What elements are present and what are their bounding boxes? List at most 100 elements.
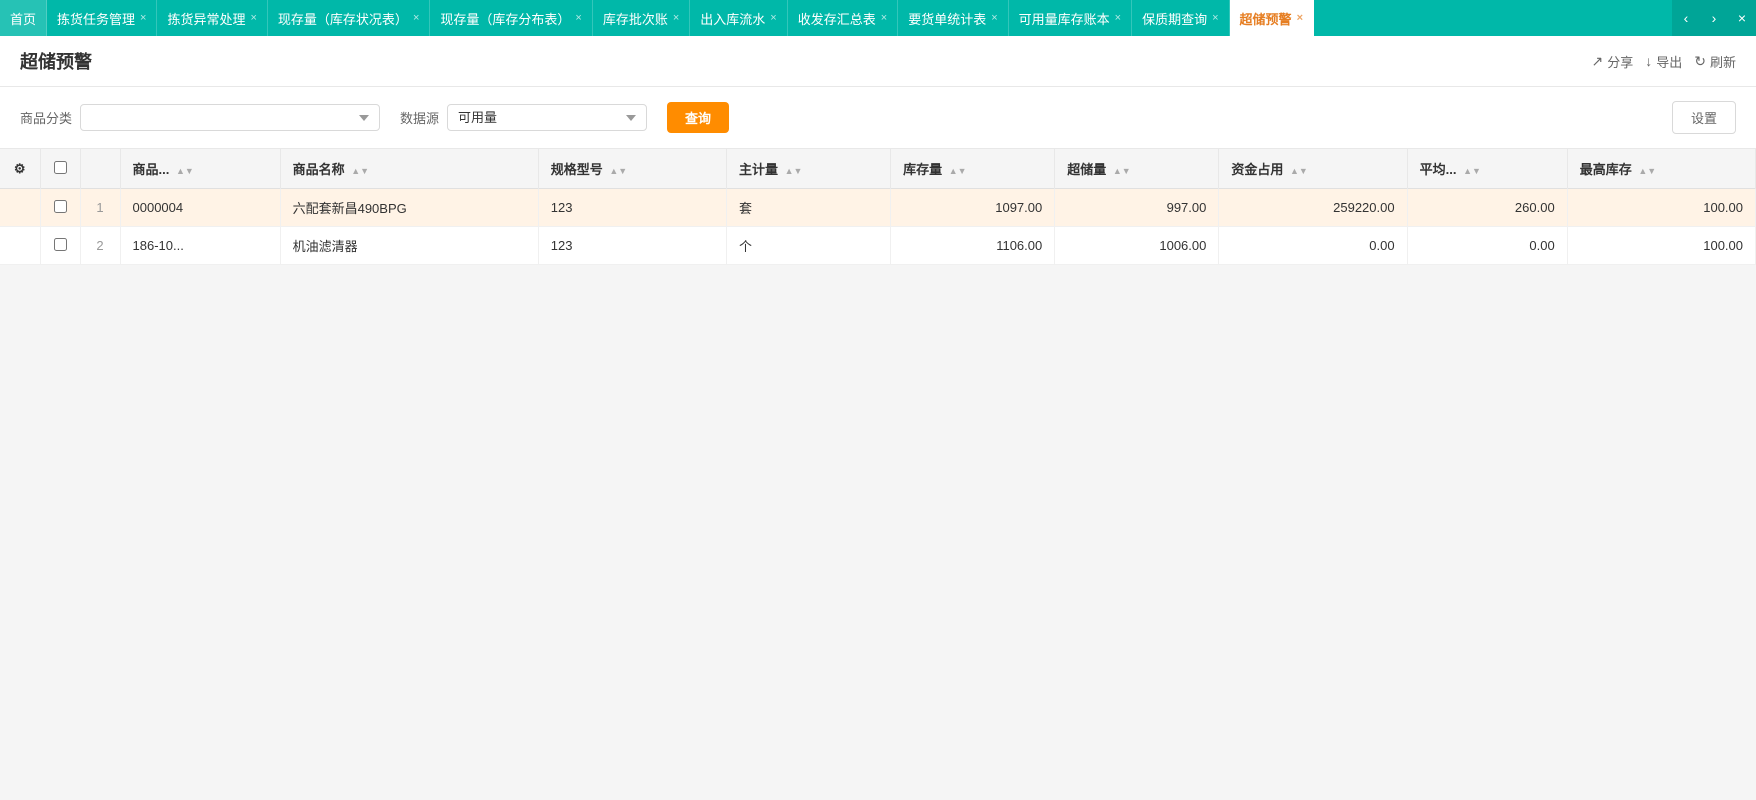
close-tab-9-icon[interactable]: × xyxy=(1115,12,1121,24)
filter-bar: 商品分类 数据源 可用量 查询 设置 xyxy=(0,87,1756,149)
close-tab-3-icon[interactable]: × xyxy=(413,12,419,24)
row-stock-0: 1097.00 xyxy=(891,189,1055,227)
export-button[interactable]: ↓ 导出 xyxy=(1645,52,1682,71)
row-index-0: 1 xyxy=(80,189,120,227)
select-all-checkbox[interactable] xyxy=(54,161,67,174)
row-index-1: 2 xyxy=(80,227,120,265)
row-avg-1: 0.00 xyxy=(1407,227,1567,265)
nav-arrows: ‹ › × xyxy=(1672,0,1756,36)
settings-button[interactable]: 设置 xyxy=(1672,101,1736,134)
table-row: 2 186-10... 机油滤清器 123 个 1106.00 1006.00 … xyxy=(0,227,1756,265)
nav-tab-1[interactable]: 拣货任务管理 × xyxy=(47,0,157,36)
query-button[interactable]: 查询 xyxy=(667,102,729,133)
refresh-button[interactable]: ↻ 刷新 xyxy=(1694,52,1736,71)
col-capital[interactable]: 资金占用 ▲▼ xyxy=(1219,149,1407,189)
datasource-filter-group: 数据源 可用量 xyxy=(400,104,647,131)
content-area: ⚙ 商品... ▲▼ 商品名称 ▲▼ 规格型号 ▲▼ xyxy=(0,149,1756,265)
nav-close-all-button[interactable]: × xyxy=(1728,0,1756,36)
nav-prev-button[interactable]: ‹ xyxy=(1672,0,1700,36)
row-name-0: 六配套新昌490BPG xyxy=(280,189,538,227)
sort-stock-icon: ▲▼ xyxy=(949,167,967,176)
row-unit-1: 个 xyxy=(726,227,890,265)
close-tab-5-icon[interactable]: × xyxy=(673,12,679,24)
nav-tab-9[interactable]: 可用量库存账本 × xyxy=(1009,0,1132,36)
close-tab-2-icon[interactable]: × xyxy=(250,12,256,24)
page-header: 超储预警 ↗ 分享 ↓ 导出 ↻ 刷新 xyxy=(0,36,1756,87)
row-unit-0: 套 xyxy=(726,189,890,227)
close-tab-7-icon[interactable]: × xyxy=(881,12,887,24)
sort-code-icon: ▲▼ xyxy=(176,167,194,176)
category-label: 商品分类 xyxy=(20,108,72,127)
sort-maxstock-icon: ▲▼ xyxy=(1638,167,1656,176)
row-overstock-1: 1006.00 xyxy=(1055,227,1219,265)
row-spec-0: 123 xyxy=(538,189,726,227)
share-icon: ↗ xyxy=(1591,53,1603,70)
sort-overstock-icon: ▲▼ xyxy=(1113,167,1131,176)
col-name[interactable]: 商品名称 ▲▼ xyxy=(280,149,538,189)
table-row: 1 0000004 六配套新昌490BPG 123 套 1097.00 997.… xyxy=(0,189,1756,227)
row-checkbox-cell-1 xyxy=(40,227,80,265)
close-tab-1-icon[interactable]: × xyxy=(140,12,146,24)
nav-tab-2[interactable]: 拣货异常处理 × xyxy=(157,0,267,36)
row-gear-1 xyxy=(0,227,40,265)
close-tab-8-icon[interactable]: × xyxy=(991,12,997,24)
row-name-1: 机油滤清器 xyxy=(280,227,538,265)
row-checkbox-0[interactable] xyxy=(54,200,67,213)
nav-tab-4[interactable]: 现存量（库存分布表） × xyxy=(430,0,592,36)
nav-home[interactable]: 首页 xyxy=(0,0,47,36)
nav-tab-10[interactable]: 保质期查询 × xyxy=(1132,0,1229,36)
export-icon: ↓ xyxy=(1645,53,1652,69)
row-gear-0 xyxy=(0,189,40,227)
col-overstock[interactable]: 超储量 ▲▼ xyxy=(1055,149,1219,189)
col-index xyxy=(80,149,120,189)
top-nav-bar: 首页 拣货任务管理 × 拣货异常处理 × 现存量（库存状况表） × 现存量（库存… xyxy=(0,0,1756,36)
sort-capital-icon: ▲▼ xyxy=(1290,167,1308,176)
category-select[interactable] xyxy=(80,104,380,131)
row-code-1: 186-10... xyxy=(120,227,280,265)
sort-spec-icon: ▲▼ xyxy=(609,167,627,176)
row-capital-1: 0.00 xyxy=(1219,227,1407,265)
nav-tab-6[interactable]: 出入库流水 × xyxy=(690,0,787,36)
row-capital-0: 259220.00 xyxy=(1219,189,1407,227)
row-avg-0: 260.00 xyxy=(1407,189,1567,227)
row-code-0: 0000004 xyxy=(120,189,280,227)
nav-tab-5[interactable]: 库存批次账 × xyxy=(593,0,690,36)
refresh-icon: ↻ xyxy=(1694,53,1706,70)
page-title: 超储预警 xyxy=(20,48,92,74)
table-header-row: ⚙ 商品... ▲▼ 商品名称 ▲▼ 规格型号 ▲▼ xyxy=(0,149,1756,189)
col-spec[interactable]: 规格型号 ▲▼ xyxy=(538,149,726,189)
close-tab-10-icon[interactable]: × xyxy=(1212,12,1218,24)
close-tab-6-icon[interactable]: × xyxy=(770,12,776,24)
row-maxstock-1: 100.00 xyxy=(1567,227,1755,265)
close-tab-4-icon[interactable]: × xyxy=(575,12,581,24)
col-gear[interactable]: ⚙ xyxy=(0,149,40,189)
header-actions: ↗ 分享 ↓ 导出 ↻ 刷新 xyxy=(1591,52,1736,71)
nav-tab-active[interactable]: 超储预警 × xyxy=(1230,0,1314,36)
row-overstock-0: 997.00 xyxy=(1055,189,1219,227)
row-checkbox-cell-0 xyxy=(40,189,80,227)
category-filter-group: 商品分类 xyxy=(20,104,380,131)
col-checkbox xyxy=(40,149,80,189)
nav-tab-7[interactable]: 收发存汇总表 × xyxy=(788,0,898,36)
col-code[interactable]: 商品... ▲▼ xyxy=(120,149,280,189)
sort-name-icon: ▲▼ xyxy=(351,167,369,176)
col-maxstock[interactable]: 最高库存 ▲▼ xyxy=(1567,149,1755,189)
row-spec-1: 123 xyxy=(538,227,726,265)
row-stock-1: 1106.00 xyxy=(891,227,1055,265)
col-stock[interactable]: 库存量 ▲▼ xyxy=(891,149,1055,189)
table-wrap: ⚙ 商品... ▲▼ 商品名称 ▲▼ 规格型号 ▲▼ xyxy=(0,149,1756,265)
datasource-select[interactable]: 可用量 xyxy=(447,104,647,131)
share-button[interactable]: ↗ 分享 xyxy=(1591,52,1633,71)
nav-tab-8[interactable]: 要货单统计表 × xyxy=(898,0,1008,36)
nav-tab-3[interactable]: 现存量（库存状况表） × xyxy=(268,0,430,36)
col-unit[interactable]: 主计量 ▲▼ xyxy=(726,149,890,189)
row-checkbox-1[interactable] xyxy=(54,238,67,251)
nav-next-button[interactable]: › xyxy=(1700,0,1728,36)
row-maxstock-0: 100.00 xyxy=(1567,189,1755,227)
main-table: ⚙ 商品... ▲▼ 商品名称 ▲▼ 规格型号 ▲▼ xyxy=(0,149,1756,265)
sort-avg-icon: ▲▼ xyxy=(1463,167,1481,176)
sort-unit-icon: ▲▼ xyxy=(785,167,803,176)
col-avg[interactable]: 平均... ▲▼ xyxy=(1407,149,1567,189)
close-tab-active-icon[interactable]: × xyxy=(1297,12,1303,24)
datasource-label: 数据源 xyxy=(400,108,439,127)
